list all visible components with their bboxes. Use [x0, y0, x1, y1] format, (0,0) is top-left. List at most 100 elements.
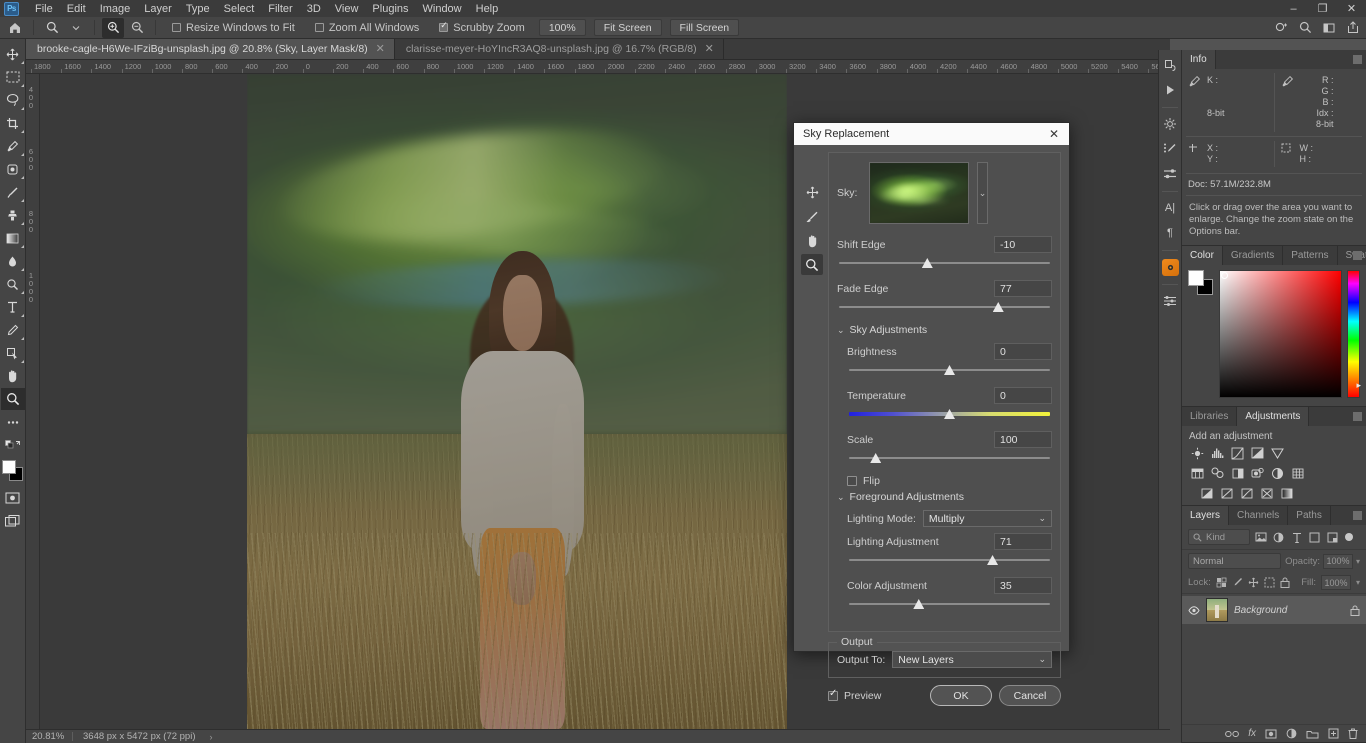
- lock-artboard-icon[interactable]: [1264, 577, 1275, 588]
- levels-icon[interactable]: [1209, 445, 1226, 461]
- zoom-tool[interactable]: [0, 388, 25, 410]
- cancel-button[interactable]: Cancel: [999, 685, 1061, 706]
- chevron-down-icon[interactable]: ⌄: [977, 162, 988, 224]
- menu-plugins[interactable]: Plugins: [365, 1, 415, 17]
- move-sky-tool[interactable]: [801, 182, 823, 203]
- pen-tool[interactable]: [1, 319, 25, 341]
- chevron-down-icon[interactable]: ⌄: [837, 325, 845, 336]
- blend-mode-select[interactable]: Normal: [1188, 553, 1282, 569]
- crop-tool[interactable]: [1, 112, 25, 134]
- black-white-icon[interactable]: [1229, 465, 1246, 481]
- delete-layer-icon[interactable]: [1348, 728, 1358, 739]
- status-expand-icon[interactable]: ›: [206, 732, 217, 742]
- properties-icon[interactable]: [1159, 163, 1181, 185]
- menu-3d[interactable]: 3D: [300, 1, 328, 17]
- zoom-tool-icon[interactable]: [41, 18, 63, 38]
- actions-play-icon[interactable]: [1159, 79, 1181, 101]
- opacity-value[interactable]: 100%: [1322, 553, 1353, 569]
- panel-menu-icon[interactable]: [1353, 251, 1362, 260]
- flip-checkbox[interactable]: Flip: [837, 475, 1052, 487]
- chevron-down-icon[interactable]: ⌄: [837, 492, 845, 503]
- tab-info[interactable]: Info: [1182, 50, 1216, 69]
- scrubby-zoom-box[interactable]: [439, 21, 449, 32]
- blur-tool[interactable]: [1, 250, 25, 272]
- zoom-in-icon[interactable]: [102, 17, 124, 38]
- curves-icon[interactable]: [1229, 445, 1246, 461]
- table-row[interactable]: Background: [1182, 596, 1366, 624]
- filter-adjustment-icon[interactable]: [1271, 530, 1286, 545]
- shift-edge-input[interactable]: -10: [994, 236, 1052, 253]
- close-icon[interactable]: ✕: [1045, 125, 1063, 143]
- panel-menu-icon[interactable]: [1353, 511, 1362, 520]
- menu-file[interactable]: File: [28, 1, 60, 17]
- search-icon[interactable]: [1294, 18, 1316, 38]
- scale-slider[interactable]: [847, 452, 1052, 466]
- threshold-icon[interactable]: [1238, 485, 1255, 501]
- gradient-map-icon[interactable]: [1278, 485, 1295, 501]
- color-balance-icon[interactable]: [1209, 465, 1226, 481]
- filter-smart-icon[interactable]: [1325, 530, 1340, 545]
- filter-pixel-icon[interactable]: [1253, 530, 1268, 545]
- lock-transparency-icon[interactable]: [1216, 577, 1227, 588]
- more-tools-icon[interactable]: [1, 411, 25, 433]
- menu-layer[interactable]: Layer: [137, 1, 179, 17]
- tab-color[interactable]: Color: [1182, 246, 1223, 265]
- fade-edge-slider[interactable]: [837, 301, 1052, 315]
- path-selection-tool[interactable]: [1, 342, 25, 364]
- channel-mixer-icon[interactable]: [1269, 465, 1286, 481]
- brush-settings-icon[interactable]: [1159, 113, 1181, 135]
- tab-channels[interactable]: Channels: [1229, 506, 1289, 525]
- chevron-down-icon[interactable]: ▾: [1356, 557, 1360, 566]
- tab-layers[interactable]: Layers: [1182, 506, 1230, 525]
- fit-screen-button[interactable]: Fit Screen: [593, 19, 662, 36]
- document-image[interactable]: [247, 74, 787, 729]
- resize-windows-box[interactable]: [172, 23, 181, 32]
- dodge-tool[interactable]: [1, 273, 25, 295]
- sky-brush-tool[interactable]: [801, 206, 823, 227]
- fill-value[interactable]: 100%: [1320, 575, 1351, 590]
- clone-stamp-tool[interactable]: [1, 204, 25, 226]
- hue-slider[interactable]: [1347, 270, 1361, 398]
- preview-checkbox[interactable]: Preview: [828, 689, 881, 702]
- hand-tool[interactable]: [1, 365, 25, 387]
- color-adjustment-slider[interactable]: [847, 598, 1052, 612]
- temperature-slider[interactable]: [847, 408, 1052, 422]
- brushes-icon[interactable]: [1159, 138, 1181, 160]
- layer-kind-filter[interactable]: Kind: [1188, 529, 1250, 545]
- marquee-tool[interactable]: [1, 66, 25, 88]
- close-icon[interactable]: ✕: [705, 42, 714, 55]
- adjustment-layer-icon[interactable]: [1286, 728, 1297, 739]
- new-layer-icon[interactable]: [1328, 728, 1339, 739]
- lighting-adjustment-input[interactable]: 71: [994, 533, 1052, 550]
- output-to-select[interactable]: New Layers ⌄: [892, 651, 1052, 668]
- menu-select[interactable]: Select: [217, 1, 262, 17]
- menu-help[interactable]: Help: [469, 1, 506, 17]
- brightness-input[interactable]: 0: [994, 343, 1052, 360]
- flip-checkbox-box[interactable]: [847, 476, 857, 486]
- tab-patterns[interactable]: Patterns: [1283, 246, 1338, 265]
- scale-input[interactable]: 100: [994, 431, 1052, 448]
- chevron-down-icon[interactable]: ▾: [1356, 578, 1360, 587]
- lock-image-icon[interactable]: [1232, 577, 1243, 588]
- color-swatches[interactable]: [1, 460, 25, 484]
- lighting-adjustment-slider[interactable]: [847, 554, 1052, 568]
- eyedropper-tool[interactable]: [1, 135, 25, 157]
- close-icon[interactable]: ✕: [376, 42, 385, 55]
- document-tab-inactive[interactable]: clarisse-meyer-HoYIncR3AQ8-unsplash.jpg …: [394, 38, 724, 59]
- zoom-100-button[interactable]: 100%: [538, 19, 586, 36]
- home-icon[interactable]: [4, 18, 26, 38]
- export-icon[interactable]: [1342, 18, 1364, 38]
- fade-edge-input[interactable]: 77: [994, 280, 1052, 297]
- tab-adjustments[interactable]: Adjustments: [1237, 407, 1310, 426]
- sky-adjustments-header[interactable]: ⌄ Sky Adjustments: [837, 324, 1052, 336]
- menu-type[interactable]: Type: [179, 1, 217, 17]
- menu-edit[interactable]: Edit: [60, 1, 93, 17]
- lasso-tool[interactable]: [1, 89, 25, 111]
- filter-enable-toggle[interactable]: [1345, 533, 1353, 541]
- lock-position-icon[interactable]: [1248, 577, 1259, 588]
- menu-view[interactable]: View: [328, 1, 366, 17]
- chevron-down-icon[interactable]: [65, 18, 87, 38]
- hue-saturation-icon[interactable]: [1189, 465, 1206, 481]
- workspace-icon[interactable]: [1318, 18, 1340, 38]
- history-icon[interactable]: [1159, 54, 1181, 76]
